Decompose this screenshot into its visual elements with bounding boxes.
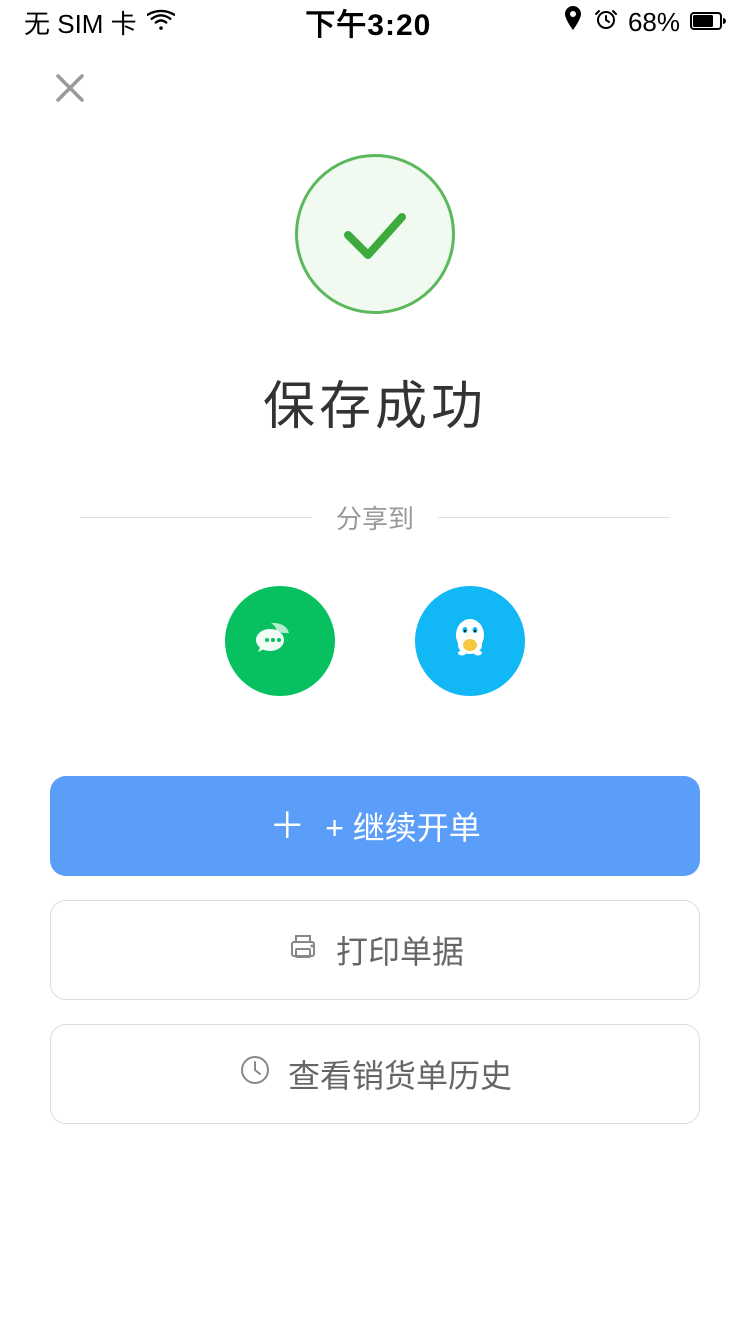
location-icon (562, 6, 584, 39)
continue-label: + 继续开单 (325, 803, 481, 849)
plus-icon: ＋ (269, 808, 305, 844)
success-title: 保存成功 (263, 364, 487, 439)
divider-line-right (438, 517, 670, 518)
share-divider: 分享到 (0, 499, 750, 536)
battery-icon (690, 7, 726, 38)
main-content: 保存成功 分享到 (0, 44, 750, 1124)
print-label: 打印单据 (336, 927, 464, 973)
share-label: 分享到 (336, 499, 414, 536)
battery-label: 68% (628, 7, 680, 38)
success-icon-circle (295, 154, 455, 314)
alarm-icon (594, 7, 618, 38)
printer-icon (286, 929, 320, 971)
wifi-icon (147, 7, 175, 38)
history-label: 查看销货单历史 (288, 1051, 512, 1097)
status-time: 下午3:20 (305, 0, 431, 44)
print-button[interactable]: 打印单据 (50, 900, 700, 1000)
status-bar: 无 SIM 卡 下午3:20 68% (0, 0, 750, 44)
history-button[interactable]: 查看销货单历史 (50, 1024, 700, 1124)
continue-button[interactable]: ＋ + 继续开单 (50, 776, 700, 876)
clock-icon (238, 1053, 272, 1095)
divider-line-left (80, 517, 312, 518)
action-buttons: ＋ + 继续开单 打印单据 查看销货单历 (0, 776, 750, 1124)
share-icons-row (225, 586, 525, 696)
wechat-share-button[interactable] (225, 586, 335, 696)
carrier-label: 无 SIM 卡 (24, 4, 137, 41)
status-left: 无 SIM 卡 (24, 4, 175, 41)
status-right: 68% (562, 6, 726, 39)
qq-share-button[interactable] (415, 586, 525, 696)
close-button[interactable] (40, 58, 100, 118)
